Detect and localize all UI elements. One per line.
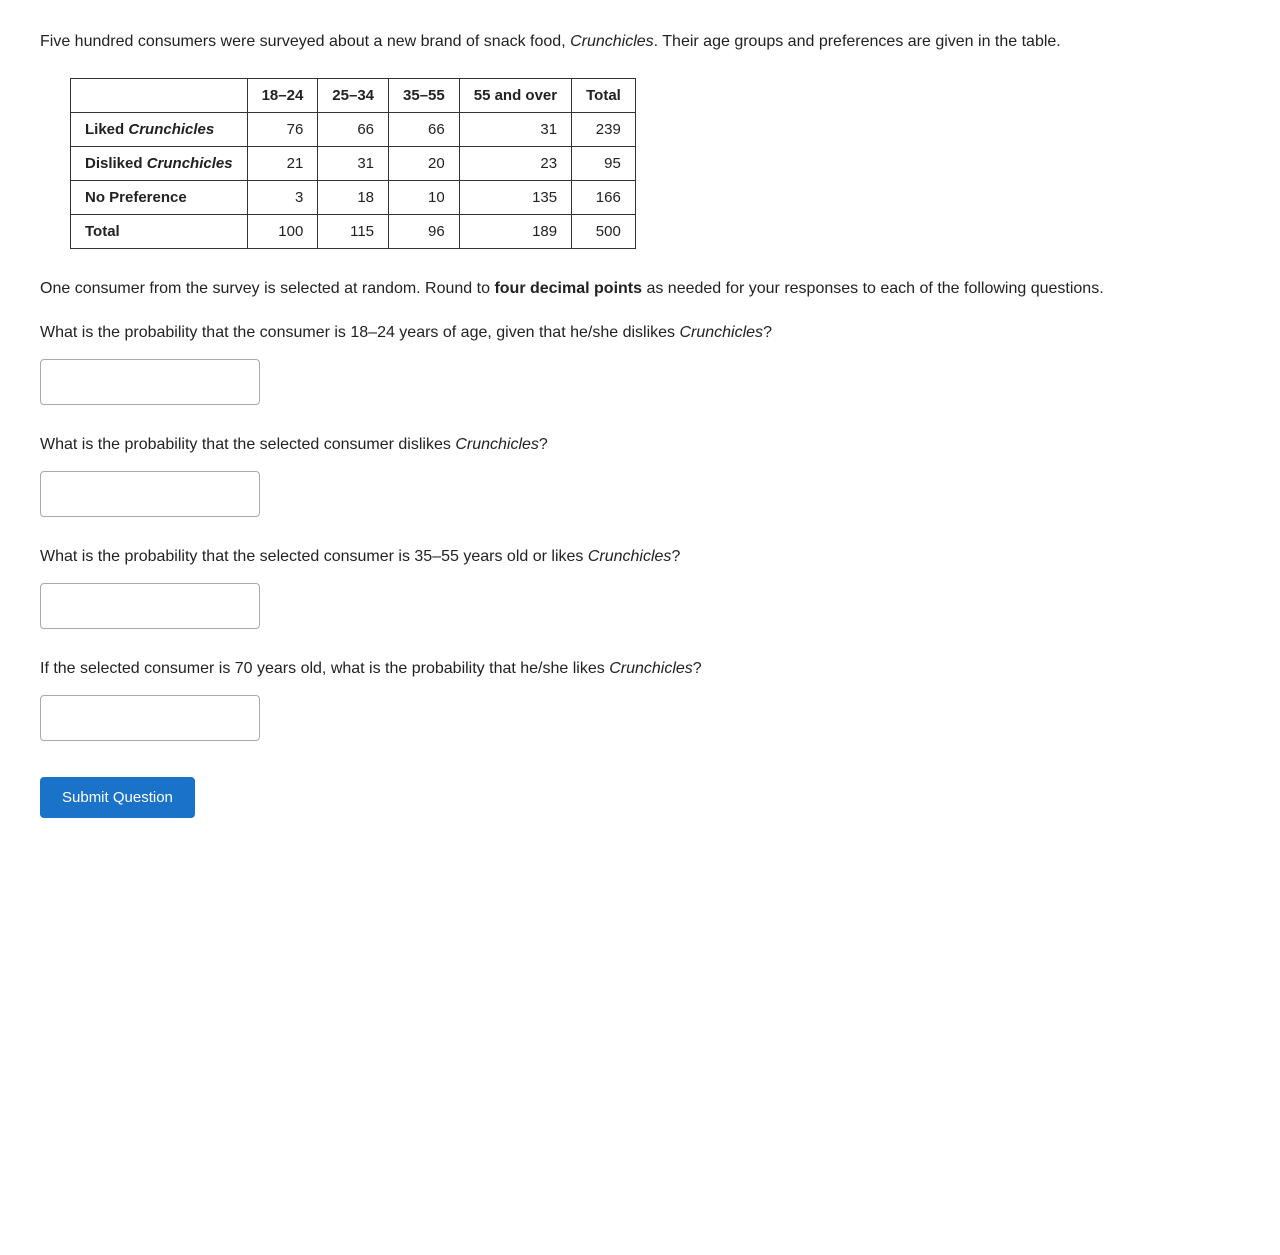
col-header-18-24: 18–24 xyxy=(247,79,318,113)
answer-input-q1[interactable] xyxy=(40,359,260,405)
brand-name-intro: Crunchicles xyxy=(570,33,654,50)
cell-disliked-55-over: 23 xyxy=(459,147,571,181)
cell-nopref-18-24: 3 xyxy=(247,181,318,215)
cell-nopref-25-34: 18 xyxy=(318,181,389,215)
table-row: Liked Crunchicles 76 66 66 31 239 xyxy=(71,113,636,147)
intro-paragraph: Five hundred consumers were surveyed abo… xyxy=(40,30,1240,54)
question-4-text: If the selected consumer is 70 years old… xyxy=(40,657,1240,681)
cell-disliked-18-24: 21 xyxy=(247,147,318,181)
cell-nopref-total: 166 xyxy=(572,181,636,215)
cell-liked-25-34: 66 xyxy=(318,113,389,147)
col-header-55-over: 55 and over xyxy=(459,79,571,113)
q4-brand-italic: Crunchicles xyxy=(609,660,693,677)
cell-total-18-24: 100 xyxy=(247,215,318,249)
cell-liked-total: 239 xyxy=(572,113,636,147)
instructions-text: One consumer from the survey is selected… xyxy=(40,277,1240,301)
row-label-disliked: Disliked Crunchicles xyxy=(71,147,248,181)
cell-nopref-35-55: 10 xyxy=(389,181,460,215)
q1-brand-italic: Crunchicles xyxy=(679,324,763,341)
submit-button[interactable]: Submit Question xyxy=(40,777,195,818)
q3-brand-italic: Crunchicles xyxy=(588,548,672,565)
col-header-total: Total xyxy=(572,79,636,113)
cell-liked-18-24: 76 xyxy=(247,113,318,147)
cell-disliked-35-55: 20 xyxy=(389,147,460,181)
question-2-text: What is the probability that the selecte… xyxy=(40,433,1240,457)
data-table-wrapper: 18–24 25–34 35–55 55 and over Total Like… xyxy=(40,78,1240,249)
cell-total-total: 500 xyxy=(572,215,636,249)
q2-brand-italic: Crunchicles xyxy=(455,436,539,453)
answer-input-q4[interactable] xyxy=(40,695,260,741)
cell-total-25-34: 115 xyxy=(318,215,389,249)
table-row: Total 100 115 96 189 500 xyxy=(71,215,636,249)
question-3-text: What is the probability that the selecte… xyxy=(40,545,1240,569)
question-1-text: What is the probability that the consume… xyxy=(40,321,1240,345)
cell-disliked-25-34: 31 xyxy=(318,147,389,181)
cell-liked-35-55: 66 xyxy=(389,113,460,147)
col-header-25-34: 25–34 xyxy=(318,79,389,113)
row-label-no-preference: No Preference xyxy=(71,181,248,215)
cell-disliked-total: 95 xyxy=(572,147,636,181)
cell-total-55-over: 189 xyxy=(459,215,571,249)
bold-instruction: four decimal points xyxy=(494,280,642,297)
survey-table: 18–24 25–34 35–55 55 and over Total Like… xyxy=(70,78,636,249)
answer-input-q3[interactable] xyxy=(40,583,260,629)
col-header-label xyxy=(71,79,248,113)
table-row: No Preference 3 18 10 135 166 xyxy=(71,181,636,215)
row-label-liked: Liked Crunchicles xyxy=(71,113,248,147)
cell-nopref-55-over: 135 xyxy=(459,181,571,215)
cell-liked-55-over: 31 xyxy=(459,113,571,147)
row-label-total: Total xyxy=(71,215,248,249)
answer-input-q2[interactable] xyxy=(40,471,260,517)
table-row: Disliked Crunchicles 21 31 20 23 95 xyxy=(71,147,636,181)
col-header-35-55: 35–55 xyxy=(389,79,460,113)
cell-total-35-55: 96 xyxy=(389,215,460,249)
